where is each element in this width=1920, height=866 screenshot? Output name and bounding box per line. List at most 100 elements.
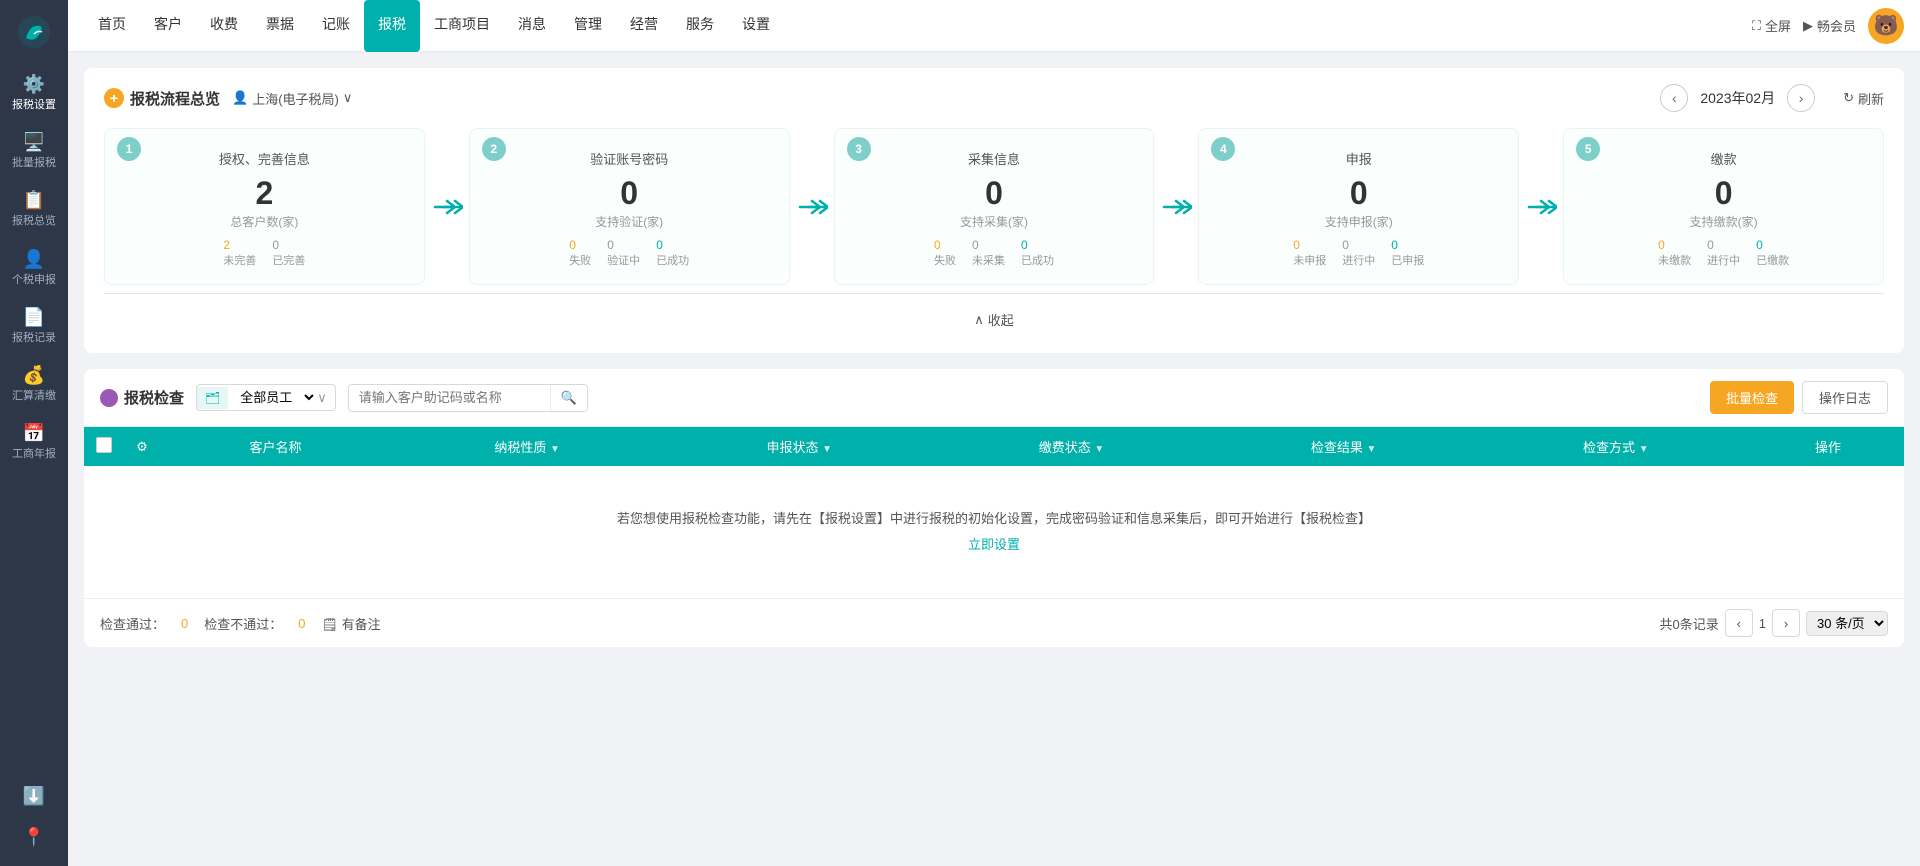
refresh-button[interactable]: ↻ 刷新	[1843, 89, 1884, 108]
topnav-fees[interactable]: 收费	[196, 0, 252, 52]
step-4-card: 4 申报 0 支持申报(家) 0 未申报 0 进行中	[1198, 128, 1519, 285]
sidebar-item-annual-report[interactable]: 📅 工商年报	[0, 413, 68, 471]
step-2-stat-1-value[interactable]: 0	[607, 238, 640, 252]
member-button[interactable]: ▶ 畅会员	[1803, 16, 1856, 35]
step-3-stat-0-label: 失败	[934, 252, 956, 268]
fail-value[interactable]: 0	[298, 616, 305, 631]
chevron-down-icon: ∨	[343, 90, 353, 106]
column-settings-icon[interactable]: ⚙	[136, 439, 148, 454]
step-2-stat-2: 0 已成功	[656, 238, 689, 268]
location-person-icon: 👤	[232, 90, 248, 106]
topnav-services[interactable]: 服务	[672, 0, 728, 52]
topnav-home[interactable]: 首页	[84, 0, 140, 52]
staff-filter[interactable]: 🗂 全部员工 ∨	[196, 384, 336, 411]
step-3-stat-2-value[interactable]: 0	[1021, 238, 1054, 252]
setup-link[interactable]: 立即设置	[968, 537, 1020, 552]
step-2-big-num: 0	[486, 176, 773, 211]
step-1-big-num: 2	[121, 176, 408, 211]
topnav-business[interactable]: 工商项目	[420, 0, 504, 52]
step-2-stat-0-value[interactable]: 0	[569, 238, 591, 252]
step-5-stat-2-value[interactable]: 0	[1756, 238, 1789, 252]
process-title: + 报税流程总览	[104, 88, 220, 109]
sidebar-item-location[interactable]: 📍	[0, 817, 68, 858]
step-3-stat-1-value[interactable]: 0	[972, 238, 1005, 252]
next-month-button[interactable]: ›	[1787, 84, 1815, 112]
sidebar-item-tax-records[interactable]: 📄 报税记录	[0, 297, 68, 355]
per-page-select[interactable]: 30 条/页	[1806, 611, 1888, 636]
sidebar-item-label: 个税申报	[12, 274, 56, 287]
topnav: 首页 客户 收费 票据 记账 报税 工商项目 消息 管理 经营 服务 设置 ⛶ …	[68, 0, 1920, 52]
topnav-right: ⛶ 全屏 ▶ 畅会员 🐻	[1752, 8, 1904, 44]
step-5-stat-2: 0 已缴款	[1756, 238, 1789, 268]
step-3-big-num: 0	[851, 176, 1138, 211]
annual-report-icon: 📅	[23, 423, 45, 444]
sidebar-item-label: 汇算清缴	[12, 390, 56, 403]
step-3-stat-0: 0 失败	[934, 238, 956, 268]
fullscreen-button[interactable]: ⛶ 全屏	[1752, 16, 1791, 35]
operation-log-button[interactable]: 操作日志	[1802, 381, 1888, 414]
step-5-big-num: 0	[1580, 176, 1867, 211]
month-nav: ‹ 2023年02月 ›	[1660, 84, 1815, 112]
topnav-tax[interactable]: 报税	[364, 0, 420, 52]
search-button[interactable]: 🔍	[550, 385, 587, 411]
sidebar-item-personal-tax[interactable]: 👤 个税申报	[0, 239, 68, 297]
step-5-stat-1-value[interactable]: 0	[1707, 238, 1740, 252]
step-5-stat-0-value[interactable]: 0	[1658, 238, 1691, 252]
step-4-stat-1-value[interactable]: 0	[1342, 238, 1375, 252]
filter-icon-4[interactable]: ▼	[1367, 444, 1377, 455]
pagination: 共0条记录 ‹ 1 › 30 条/页	[1660, 609, 1888, 637]
month-label: 2023年02月	[1700, 88, 1775, 108]
topnav-operations[interactable]: 经营	[616, 0, 672, 52]
step-1-stat-1-label: 已完善	[272, 252, 305, 268]
sidebar-item-download[interactable]: ⬇️	[0, 776, 68, 817]
collapse-button[interactable]: ∧ 收起	[104, 302, 1884, 337]
step-4-stat-0-value[interactable]: 0	[1293, 238, 1326, 252]
step-3-card: 3 采集信息 0 支持采集(家) 0 失败 0 未采集	[834, 128, 1155, 285]
table-header-checkbox	[84, 427, 124, 466]
table-wrapper: ⚙ 客户名称 纳税性质 ▼ 申报状态 ▼	[84, 427, 1904, 598]
sidebar-item-batch-tax[interactable]: 🖥️ 批量报税	[0, 122, 68, 180]
step-5-stat-1-label: 进行中	[1707, 252, 1740, 268]
step-1-stat-0-value[interactable]: 2	[223, 238, 256, 252]
prev-page-button[interactable]: ‹	[1725, 609, 1753, 637]
location-text: 上海(电子税局)	[252, 89, 339, 108]
step-4-stat-1-label: 进行中	[1342, 252, 1375, 268]
topnav-settings[interactable]: 设置	[728, 0, 784, 52]
topnav-client[interactable]: 客户	[140, 0, 196, 52]
batch-check-button[interactable]: 批量检查	[1710, 381, 1794, 414]
sidebar-item-label: 工商年报	[12, 448, 56, 461]
step-3-stats: 0 失败 0 未采集 0 已成功	[851, 238, 1138, 268]
topnav-management[interactable]: 管理	[560, 0, 616, 52]
prev-month-button[interactable]: ‹	[1660, 84, 1688, 112]
sidebar-item-tax-settings[interactable]: ⚙️ 报税设置	[0, 64, 68, 122]
step-3-stat-0-value[interactable]: 0	[934, 238, 956, 252]
step-1-stats: 2 未完善 0 已完善	[121, 238, 408, 268]
step-2-stat-2-value[interactable]: 0	[656, 238, 689, 252]
tax-check-section: 报税检查 🗂 全部员工 ∨ 🔍	[84, 369, 1904, 647]
user-avatar[interactable]: 🐻	[1868, 8, 1904, 44]
table-footer: 检查通过： 0 检查不通过： 0 🗒 有备注 共0条记录 ‹ 1 › 30 条/…	[84, 598, 1904, 647]
step-1-stat-1-value[interactable]: 0	[272, 238, 305, 252]
step-1-sub-label: 总客户数(家)	[121, 213, 408, 230]
staff-filter-select[interactable]: 全部员工	[228, 385, 317, 410]
step-4-stat-0-label: 未申报	[1293, 252, 1326, 268]
topnav-messages[interactable]: 消息	[504, 0, 560, 52]
filter-icon-1[interactable]: ▼	[550, 444, 560, 455]
sidebar-item-label: 报税记录	[12, 332, 56, 345]
filter-icon-5[interactable]: ▼	[1639, 444, 1649, 455]
select-all-checkbox[interactable]	[96, 437, 112, 453]
location-tag[interactable]: 👤 上海(电子税局) ∨	[232, 89, 352, 108]
pass-value[interactable]: 0	[181, 616, 188, 631]
sidebar-item-tax-overview[interactable]: 📋 报税总览	[0, 180, 68, 238]
step-4-stat-2-value[interactable]: 0	[1391, 238, 1424, 252]
topnav-invoices[interactable]: 票据	[252, 0, 308, 52]
filter-icon-3[interactable]: ▼	[1094, 444, 1104, 455]
sidebar-item-clearing[interactable]: 💰 汇算清缴	[0, 355, 68, 413]
topnav-accounting[interactable]: 记账	[308, 0, 364, 52]
next-page-button[interactable]: ›	[1772, 609, 1800, 637]
sidebar-bottom: ⬇️ 📍	[0, 776, 68, 866]
filter-icon-2[interactable]: ▼	[822, 444, 832, 455]
search-input[interactable]	[349, 385, 550, 410]
table-header-declare-status: 申报状态 ▼	[663, 427, 935, 466]
staff-filter-tag: 🗂	[197, 387, 228, 409]
